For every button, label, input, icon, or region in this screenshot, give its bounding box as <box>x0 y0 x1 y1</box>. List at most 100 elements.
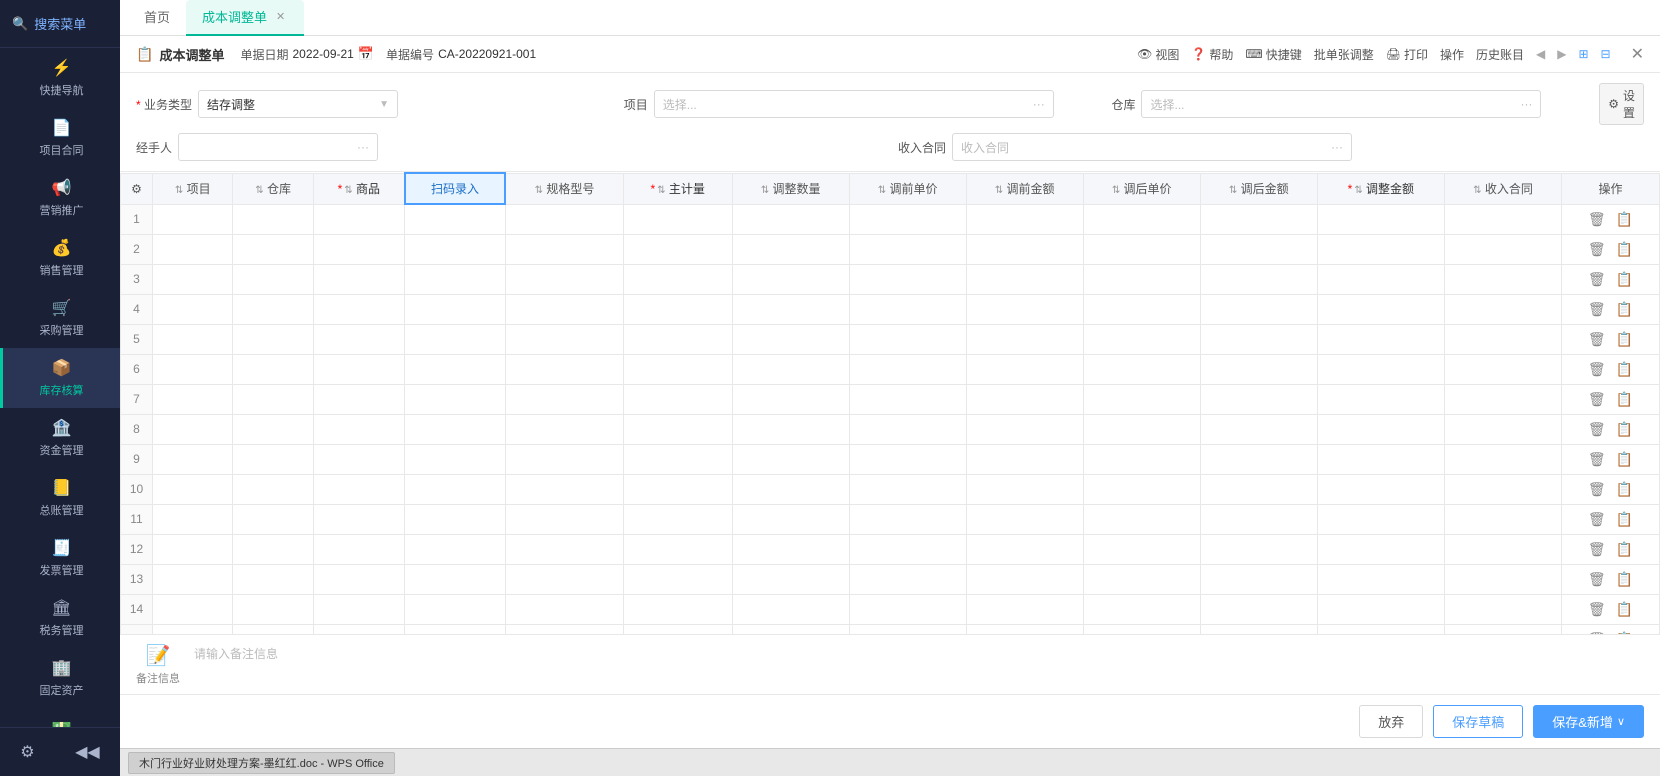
cell-main-qty[interactable] <box>623 414 732 444</box>
remarks-input[interactable] <box>192 643 1644 675</box>
cell-warehouse[interactable] <box>233 204 313 234</box>
cell-pre-adj-amount[interactable] <box>966 594 1083 624</box>
cell-scan-input[interactable] <box>405 324 506 354</box>
row-delete-btn[interactable]: 🗑 <box>1585 630 1609 635</box>
cell-product[interactable] <box>313 474 404 504</box>
sort-pre-adj-amount[interactable]: ⇅ <box>995 185 1003 196</box>
row-copy-btn[interactable]: 📋 <box>1613 210 1636 229</box>
cell-income-contract[interactable] <box>1444 294 1561 324</box>
cell-pre-adj-price[interactable] <box>849 354 966 384</box>
sidebar-item-invoice-management[interactable]: 🧾 发票管理 <box>0 528 120 588</box>
cell-post-adj-price[interactable] <box>1083 264 1200 294</box>
cell-product[interactable] <box>313 594 404 624</box>
cell-post-adj-amount[interactable] <box>1200 234 1317 264</box>
taskbar-item-wps[interactable]: 木门行业好业财处理方案-墨红红.doc - WPS Office <box>128 752 395 774</box>
print-btn[interactable]: 🖨 打印 <box>1386 46 1428 63</box>
cell-pre-adj-price[interactable] <box>849 294 966 324</box>
sort-adj-amount[interactable]: ⇅ <box>1354 185 1362 196</box>
sidebar-item-quick-nav[interactable]: ⚡ 快捷导航 <box>0 48 120 108</box>
cell-pre-adj-price[interactable] <box>849 594 966 624</box>
cell-adj-qty[interactable] <box>732 324 849 354</box>
cell-pre-adj-price[interactable] <box>849 414 966 444</box>
cell-pre-adj-price[interactable] <box>849 264 966 294</box>
row-delete-btn[interactable]: 🗑 <box>1585 540 1609 559</box>
row-copy-btn[interactable]: 📋 <box>1613 540 1636 559</box>
cell-post-adj-amount[interactable] <box>1200 624 1317 634</box>
cell-spec-type[interactable] <box>505 234 623 264</box>
cell-post-adj-amount[interactable] <box>1200 594 1317 624</box>
cell-post-adj-amount[interactable] <box>1200 534 1317 564</box>
cell-adj-qty[interactable] <box>732 414 849 444</box>
cell-main-qty[interactable] <box>623 294 732 324</box>
cell-product[interactable] <box>313 384 404 414</box>
cell-post-adj-price[interactable] <box>1083 354 1200 384</box>
cell-post-adj-amount[interactable] <box>1200 294 1317 324</box>
cell-spec-type[interactable] <box>505 624 623 634</box>
settings-btn[interactable]: ⚙ 设置 <box>1599 83 1644 125</box>
cell-scan-input[interactable] <box>405 414 506 444</box>
sidebar-item-project-contract[interactable]: 📄 项目合同 <box>0 108 120 168</box>
cell-project[interactable] <box>153 564 233 594</box>
cell-main-qty[interactable] <box>623 234 732 264</box>
cell-income-contract[interactable] <box>1444 414 1561 444</box>
tab-cost-adjustment[interactable]: 成本调整单 ✕ <box>186 0 304 36</box>
cell-spec-type[interactable] <box>505 264 623 294</box>
cell-spec-type[interactable] <box>505 324 623 354</box>
cell-adj-qty[interactable] <box>732 564 849 594</box>
cell-warehouse[interactable] <box>233 444 313 474</box>
cell-spec-type[interactable] <box>505 534 623 564</box>
sidebar-search-btn[interactable]: 🔍 搜索菜单 <box>0 8 120 39</box>
row-delete-btn[interactable]: 🗑 <box>1585 240 1609 259</box>
cell-product[interactable] <box>313 444 404 474</box>
cell-pre-adj-price[interactable] <box>849 204 966 234</box>
cell-income-contract[interactable] <box>1444 384 1561 414</box>
view-btn[interactable]: 👁 视图 <box>1137 46 1179 63</box>
cell-income-contract[interactable] <box>1444 444 1561 474</box>
cell-income-contract[interactable] <box>1444 324 1561 354</box>
cell-post-adj-amount[interactable] <box>1200 474 1317 504</box>
cell-post-adj-price[interactable] <box>1083 564 1200 594</box>
cell-project[interactable] <box>153 234 233 264</box>
cell-spec-type[interactable] <box>505 414 623 444</box>
cell-pre-adj-amount[interactable] <box>966 504 1083 534</box>
cell-adj-amount[interactable] <box>1317 594 1444 624</box>
cell-main-qty[interactable] <box>623 504 732 534</box>
cell-adj-qty[interactable] <box>732 474 849 504</box>
cell-main-qty[interactable] <box>623 474 732 504</box>
cell-scan-input[interactable] <box>405 234 506 264</box>
operations-btn[interactable]: 操作 <box>1440 46 1464 63</box>
cell-pre-adj-amount[interactable] <box>966 234 1083 264</box>
sidebar-item-inventory-calc[interactable]: 📦 库存核算 <box>0 348 120 408</box>
cell-pre-adj-amount[interactable] <box>966 384 1083 414</box>
cell-main-qty[interactable] <box>623 444 732 474</box>
cell-adj-amount[interactable] <box>1317 414 1444 444</box>
cell-pre-adj-amount[interactable] <box>966 414 1083 444</box>
cell-pre-adj-amount[interactable] <box>966 264 1083 294</box>
cell-income-contract[interactable] <box>1444 624 1561 634</box>
sort-adj-qty[interactable]: ⇅ <box>761 185 769 196</box>
cell-scan-input[interactable] <box>405 264 506 294</box>
cell-project[interactable] <box>153 384 233 414</box>
row-delete-btn[interactable]: 🗑 <box>1585 360 1609 379</box>
cell-post-adj-price[interactable] <box>1083 294 1200 324</box>
sort-post-adj-price[interactable]: ⇅ <box>1112 185 1120 196</box>
col-scan-input[interactable]: 扫码录入 <box>405 173 506 204</box>
cell-post-adj-amount[interactable] <box>1200 504 1317 534</box>
expand-view-btn[interactable]: ⊟ <box>1601 47 1611 61</box>
cell-adj-amount[interactable] <box>1317 444 1444 474</box>
agent-dots-btn[interactable]: ··· <box>357 140 369 154</box>
save-new-btn[interactable]: 保存&新增 ∨ <box>1533 705 1644 738</box>
cell-income-contract[interactable] <box>1444 354 1561 384</box>
cell-pre-adj-price[interactable] <box>849 444 966 474</box>
row-copy-btn[interactable]: 📋 <box>1613 390 1636 409</box>
cell-adj-amount[interactable] <box>1317 624 1444 634</box>
cell-adj-amount[interactable] <box>1317 564 1444 594</box>
cell-main-qty[interactable] <box>623 564 732 594</box>
global-settings-btn[interactable]: ⚙ <box>14 736 40 768</box>
sidebar-item-fund-management[interactable]: 🏦 资金管理 <box>0 408 120 468</box>
cell-scan-input[interactable] <box>405 504 506 534</box>
row-delete-btn[interactable]: 🗑 <box>1585 270 1609 289</box>
cell-project[interactable] <box>153 474 233 504</box>
cell-pre-adj-amount[interactable] <box>966 324 1083 354</box>
cell-post-adj-price[interactable] <box>1083 594 1200 624</box>
